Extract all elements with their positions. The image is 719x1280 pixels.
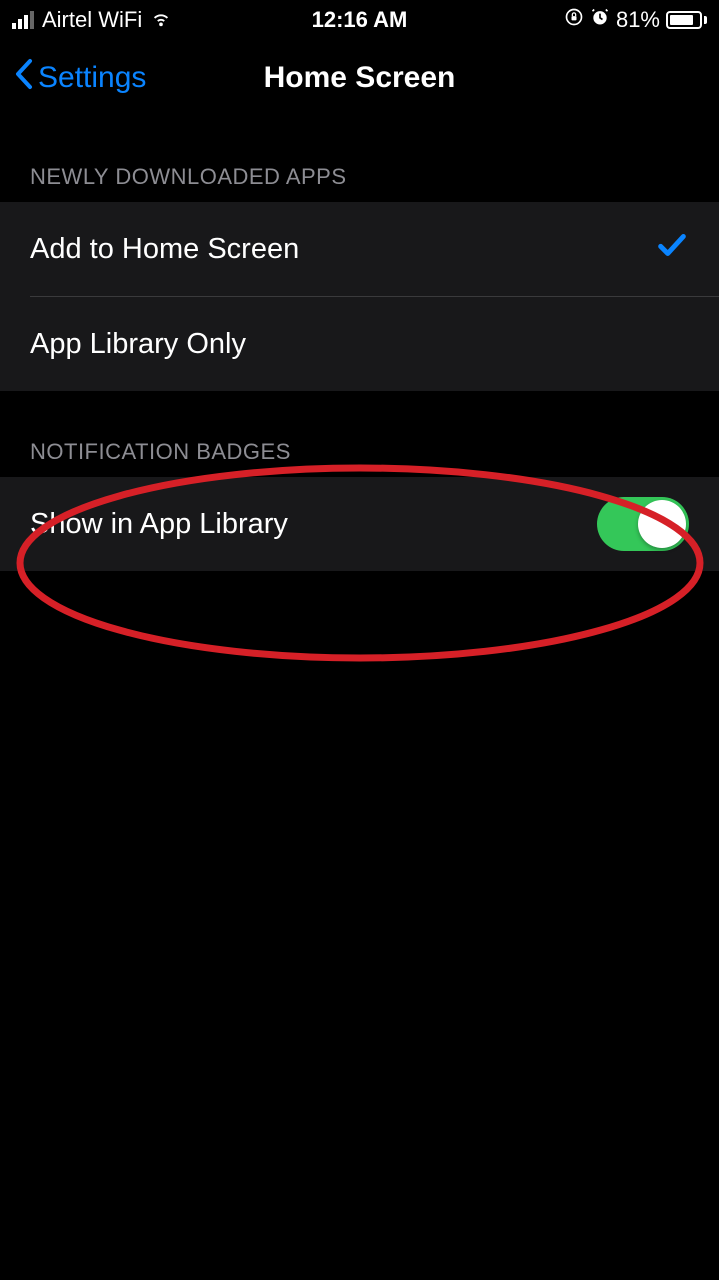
status-left: Airtel WiFi bbox=[12, 6, 172, 34]
option-label: Add to Home Screen bbox=[30, 233, 299, 266]
wifi-icon bbox=[150, 6, 172, 34]
chevron-left-icon bbox=[12, 57, 36, 99]
option-app-library-only[interactable]: App Library Only bbox=[0, 297, 719, 391]
status-time: 12:16 AM bbox=[312, 7, 408, 33]
option-add-to-home-screen[interactable]: Add to Home Screen bbox=[0, 202, 719, 296]
option-show-in-app-library[interactable]: Show in App Library bbox=[0, 477, 719, 571]
list-group-newly-downloaded: Add to Home Screen App Library Only bbox=[0, 202, 719, 391]
checkmark-icon bbox=[655, 228, 689, 270]
list-group-notification-badges: Show in App Library bbox=[0, 477, 719, 571]
option-label: Show in App Library bbox=[30, 508, 288, 541]
toggle-show-in-app-library[interactable] bbox=[597, 497, 689, 551]
rotation-lock-icon bbox=[564, 7, 584, 33]
back-button[interactable]: Settings bbox=[12, 57, 146, 99]
back-label: Settings bbox=[38, 61, 146, 95]
nav-bar: Settings Home Screen bbox=[0, 40, 719, 116]
battery-percent: 81% bbox=[616, 7, 660, 33]
carrier-label: Airtel WiFi bbox=[42, 7, 142, 33]
section-header-notification-badges: NOTIFICATION BADGES bbox=[0, 391, 719, 477]
option-label: App Library Only bbox=[30, 328, 246, 361]
section-header-newly-downloaded: NEWLY DOWNLOADED APPS bbox=[0, 116, 719, 202]
toggle-knob bbox=[638, 500, 686, 548]
status-bar: Airtel WiFi 12:16 AM 81% bbox=[0, 0, 719, 40]
page-title: Home Screen bbox=[264, 61, 456, 95]
alarm-icon bbox=[590, 7, 610, 33]
battery-icon bbox=[666, 11, 707, 29]
status-right: 81% bbox=[564, 7, 707, 33]
signal-icon bbox=[12, 11, 34, 29]
